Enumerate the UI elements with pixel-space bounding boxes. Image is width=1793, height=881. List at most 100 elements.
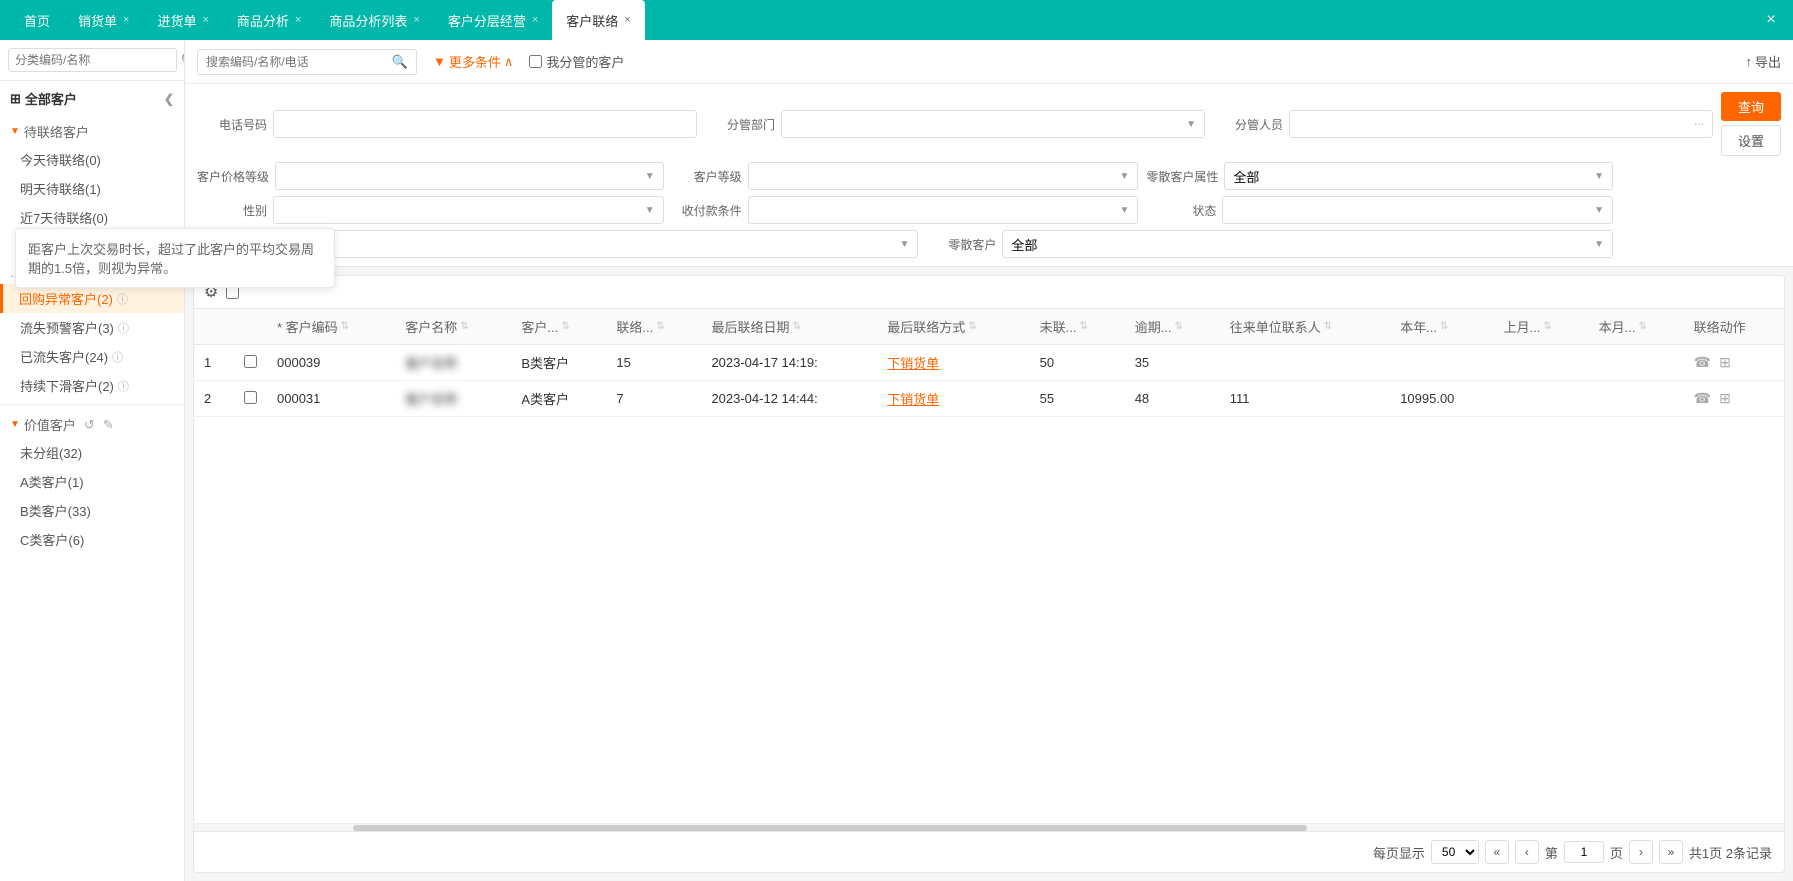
- filter-row-2: 客户价格等级 ▼ 客户等级 ▼ 零散客户属性 全部: [197, 162, 1781, 190]
- nav-customer-contact[interactable]: 客户联络 ×: [552, 0, 644, 40]
- th-overdue[interactable]: 逾期... ⇅: [1125, 309, 1220, 345]
- th-last-method[interactable]: 最后联络方式 ⇅: [877, 309, 1029, 345]
- phone-action-icon-2[interactable]: ☎: [1694, 390, 1711, 407]
- nav-customer-segment[interactable]: 客户分层经营 ×: [434, 0, 552, 40]
- customer-level-select[interactable]: ▼: [748, 162, 1139, 190]
- nav-product-analysis-list-close[interactable]: ×: [413, 14, 419, 26]
- total-records-label: 共1页 2条记录: [1689, 843, 1772, 862]
- row2-checkbox[interactable]: [244, 391, 257, 404]
- value-edit-icon[interactable]: ✎: [103, 417, 114, 433]
- my-customers-checkbox[interactable]: 我分管的客户: [529, 52, 624, 71]
- sidebar-all-customers[interactable]: ⊞ 全部客户 ❮: [0, 81, 184, 116]
- cell-method-1[interactable]: 下销货单: [877, 345, 1029, 381]
- retail-attr-arrow: ▼: [1594, 171, 1604, 182]
- search-input[interactable]: [206, 55, 388, 69]
- cell-code-1: 000039: [267, 345, 395, 381]
- customer-level-field: 客户等级 ▼: [672, 162, 1139, 190]
- horizontal-scrollbar[interactable]: [194, 823, 1784, 831]
- scrollbar-thumb[interactable]: [353, 825, 1307, 831]
- window-close-button[interactable]: ×: [1759, 8, 1783, 32]
- collapse-icon: ❮: [164, 92, 174, 106]
- customer-type-select[interactable]: ▼: [308, 230, 919, 258]
- nav-purchase-order-close[interactable]: ×: [202, 14, 208, 26]
- nav-sales-order[interactable]: 销货单 ×: [64, 0, 143, 40]
- sidebar-item-class-a[interactable]: A类客户(1): [0, 467, 184, 496]
- th-last-date[interactable]: 最后联络日期 ⇅: [701, 309, 877, 345]
- next-page-button[interactable]: ›: [1629, 840, 1653, 864]
- abnormal-info-icon: ⓘ: [117, 291, 128, 307]
- page-input[interactable]: [1564, 841, 1604, 863]
- th-code[interactable]: * 客户编码 ⇅: [267, 309, 395, 345]
- payment-select[interactable]: ▼: [748, 196, 1139, 224]
- nav-product-analysis[interactable]: 商品分析 ×: [223, 0, 315, 40]
- more-action-icon-2[interactable]: ⊞: [1719, 390, 1731, 407]
- status-arrow: ▼: [1594, 205, 1604, 216]
- th-this-year[interactable]: 本年... ⇅: [1390, 309, 1493, 345]
- dept-label: 分管部门: [705, 116, 775, 133]
- my-customers-check[interactable]: [529, 55, 542, 68]
- sort-unit-icon: ⇅: [1324, 321, 1332, 332]
- first-page-button[interactable]: «: [1485, 840, 1509, 864]
- nav-purchase-order[interactable]: 进货单 ×: [143, 0, 222, 40]
- sidebar-item-abnormal[interactable]: 回购异常客户(2) ⓘ: [0, 284, 184, 313]
- retail-customer-select[interactable]: 全部 ▼: [1002, 230, 1613, 258]
- th-level[interactable]: 客户... ⇅: [511, 309, 606, 345]
- nav-sales-order-close[interactable]: ×: [123, 14, 129, 26]
- table-toolbar: ⚙: [194, 276, 1784, 309]
- nav-customer-segment-close[interactable]: ×: [532, 14, 538, 26]
- phone-action-icon-1[interactable]: ☎: [1694, 354, 1711, 371]
- th-unit-contact[interactable]: 往来单位联系人 ⇅: [1220, 309, 1390, 345]
- table-header-row: * 客户编码 ⇅ 客户名称 ⇅: [194, 309, 1784, 345]
- sidebar-item-churn-warning[interactable]: 流失预警客户(3) ⓘ: [0, 313, 184, 342]
- person-select[interactable]: ···: [1289, 110, 1713, 138]
- th-check: [234, 309, 267, 345]
- more-action-icon-1[interactable]: ⊞: [1719, 354, 1731, 371]
- phone-input[interactable]: [273, 110, 697, 138]
- prev-page-button[interactable]: ‹: [1515, 840, 1539, 864]
- sidebar: 🔍 ⊞ 全部客户 ❮ ▼ 待联络客户 今天待联络(0) 明天待联络(1) 近7天…: [0, 40, 185, 881]
- th-last-month[interactable]: 上月... ⇅: [1494, 309, 1589, 345]
- nav-customer-contact-close[interactable]: ×: [624, 14, 630, 26]
- per-page-label: 每页显示: [1373, 843, 1425, 862]
- export-button[interactable]: ↑ 导出: [1745, 52, 1781, 71]
- nav-product-analysis-list[interactable]: 商品分析列表 ×: [315, 0, 433, 40]
- sidebar-item-class-c[interactable]: C类客户(6): [0, 525, 184, 554]
- top-nav: 首页 销货单 × 进货单 × 商品分析 × 商品分析列表 × 客户分层经营 × …: [0, 0, 1793, 40]
- retail-attr-select[interactable]: 全部 ▼: [1224, 162, 1613, 190]
- query-button[interactable]: 查询: [1721, 92, 1781, 121]
- status-field: 状态 ▼: [1146, 196, 1613, 224]
- status-select[interactable]: ▼: [1222, 196, 1613, 224]
- sidebar-item-today[interactable]: 今天待联络(0): [0, 145, 184, 174]
- last-page-button[interactable]: »: [1659, 840, 1683, 864]
- page-size-select[interactable]: 50: [1431, 840, 1479, 864]
- customer-level-arrow: ▼: [1119, 171, 1129, 182]
- churn-warning-info-icon: ⓘ: [118, 320, 129, 336]
- customer-level-label: 客户等级: [672, 168, 742, 185]
- cell-overdue-1: 35: [1125, 345, 1220, 381]
- sidebar-search-input[interactable]: [8, 48, 177, 72]
- sidebar-item-class-b[interactable]: B类客户(33): [0, 496, 184, 525]
- th-contact[interactable]: 联络... ⇅: [606, 309, 701, 345]
- gender-select[interactable]: ▼: [273, 196, 664, 224]
- value-refresh-icon[interactable]: ↺: [84, 417, 95, 433]
- th-not-contacted[interactable]: 未联... ⇅: [1030, 309, 1125, 345]
- sort-not-icon: ⇅: [1080, 321, 1088, 332]
- nav-product-analysis-close[interactable]: ×: [295, 14, 301, 26]
- th-this-month[interactable]: 本月... ⇅: [1589, 309, 1684, 345]
- sort-date-icon: ⇅: [792, 321, 800, 332]
- person-select-arrow: ···: [1694, 119, 1704, 130]
- more-conditions-button[interactable]: ▼ 更多条件 ∧: [425, 48, 521, 75]
- price-level-select[interactable]: ▼: [275, 162, 664, 190]
- th-name[interactable]: 客户名称 ⇅: [395, 309, 511, 345]
- sidebar-item-unclassified[interactable]: 未分组(32): [0, 438, 184, 467]
- sidebar-item-churned[interactable]: 已流失客户(24) ⓘ: [0, 342, 184, 371]
- cell-method-2[interactable]: 下销货单: [877, 381, 1029, 417]
- cell-check-1: [234, 345, 267, 381]
- sidebar-item-tomorrow[interactable]: 明天待联络(1): [0, 174, 184, 203]
- setting-button[interactable]: 设置: [1721, 125, 1781, 156]
- cell-tmonth-1: [1589, 345, 1684, 381]
- nav-home[interactable]: 首页: [10, 0, 64, 40]
- row1-checkbox[interactable]: [244, 355, 257, 368]
- sidebar-item-declining[interactable]: 持续下滑客户(2) ⓘ: [0, 371, 184, 400]
- dept-select[interactable]: ▼: [781, 110, 1205, 138]
